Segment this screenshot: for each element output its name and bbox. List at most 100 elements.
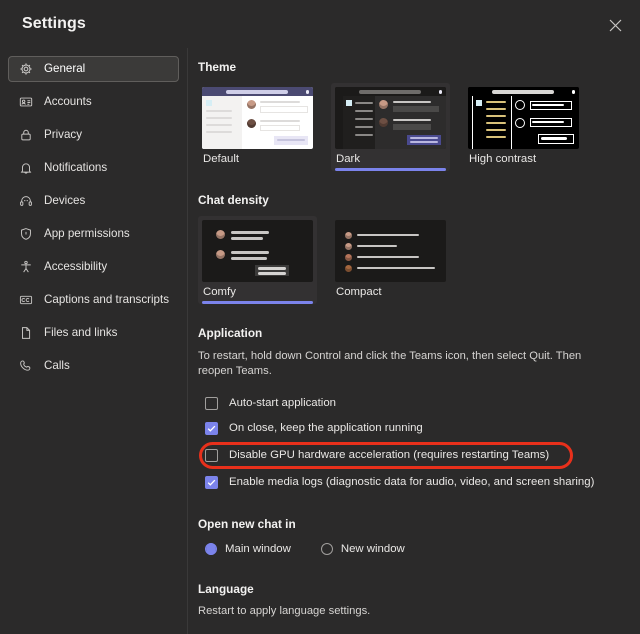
chat-density-thumbnail-compact [335, 220, 446, 282]
theme-option-high-contrast[interactable]: High contrast [464, 83, 583, 171]
close-icon[interactable] [600, 10, 630, 40]
chat-density-option-label: Compact [336, 286, 382, 298]
sidebar-item-label: Captions and transcripts [44, 293, 170, 307]
chat-density-option-underline [202, 301, 313, 304]
sidebar-item-label: Calls [44, 359, 70, 373]
theme-option-underline [202, 168, 313, 171]
application-checkbox-list: Auto-start application On close, keep th… [198, 391, 620, 495]
chat-density-option-underline [335, 301, 446, 304]
accessibility-icon [17, 258, 35, 276]
theme-option-label: Default [203, 153, 240, 165]
radio-option-main-window[interactable]: Main window [205, 542, 291, 555]
checkbox-row-auto-start[interactable]: Auto-start application [205, 391, 620, 416]
chat-density-option-compact[interactable]: Compact [331, 216, 450, 304]
sidebar-item-label: Devices [44, 194, 86, 208]
checkbox-row-keep-running[interactable]: On close, keep the application running [205, 416, 620, 441]
checkbox-label: Auto-start application [229, 397, 337, 410]
theme-option-dark[interactable]: Dark [331, 83, 450, 171]
checkbox-row-disable-gpu[interactable]: Disable GPU hardware acceleration (requi… [199, 441, 620, 470]
sidebar-item-notifications[interactable]: Notifications [8, 155, 179, 181]
headset-icon [17, 192, 35, 210]
checkbox-keep-running[interactable] [205, 421, 218, 435]
open-new-chat-options: Main window New window [205, 538, 620, 560]
checkbox-row-media-logs[interactable]: Enable media logs (diagnostic data for a… [205, 470, 620, 495]
chat-density-thumbnail-comfy [202, 220, 313, 282]
sidebar-item-calls[interactable]: Calls [8, 353, 179, 379]
document-icon [17, 324, 35, 342]
checkbox-label: Disable GPU hardware acceleration (requi… [229, 449, 550, 462]
theme-thumbnail-default [202, 87, 313, 149]
theme-section-title: Theme [198, 60, 237, 74]
settings-body: General Accounts Privacy Notifications D… [0, 48, 640, 634]
radio-dot [206, 542, 216, 555]
radio-label: New window [340, 542, 405, 555]
sidebar-item-devices[interactable]: Devices [8, 188, 179, 214]
theme-option-underline [468, 168, 579, 171]
closed-caption-icon [17, 291, 35, 309]
sidebar-item-accessibility[interactable]: Accessibility [8, 254, 179, 280]
open-new-chat-section-title: Open new chat in [198, 516, 296, 531]
theme-option-default[interactable]: Default [198, 83, 317, 171]
page-title: Settings [22, 15, 86, 32]
chat-density-option-label: Comfy [203, 286, 236, 298]
gear-icon [17, 60, 35, 78]
contact-card-icon [17, 93, 35, 111]
sidebar-item-captions-and-transcripts[interactable]: Captions and transcripts [8, 287, 179, 313]
theme-options: Default Dark High contrast [198, 83, 620, 171]
sidebar-item-label: App permissions [44, 227, 130, 241]
sidebar-item-label: Notifications [44, 161, 108, 175]
theme-thumbnail-dark [335, 87, 446, 149]
sidebar-item-label: Privacy [44, 128, 83, 142]
titlebar: Settings [0, 0, 640, 48]
sidebar-item-general[interactable]: General [8, 56, 179, 82]
sidebar-item-app-permissions[interactable]: App permissions [8, 221, 179, 247]
theme-option-label: High contrast [469, 153, 537, 165]
bell-icon [17, 159, 35, 177]
sidebar-item-label: Accessibility [44, 260, 108, 274]
sidebar-item-label: Files and links [44, 326, 118, 340]
sidebar-item-privacy[interactable]: Privacy [8, 122, 179, 148]
theme-thumbnail-high-contrast [468, 87, 579, 149]
theme-option-underline [335, 168, 446, 171]
settings-content: Theme Default Dark High contrast Chat de… [188, 48, 640, 634]
sidebar-item-label: General [44, 62, 86, 76]
sidebar-item-label: Accounts [44, 95, 92, 109]
checkbox-label: Enable media logs (diagnostic data for a… [229, 476, 595, 489]
settings-window: Settings General Accounts Privacy Notifi… [0, 0, 640, 634]
phone-icon [17, 357, 35, 375]
application-section-description: To restart, hold down Control and click … [198, 350, 582, 378]
radio-label: Main window [225, 542, 291, 555]
chat-density-option-comfy[interactable]: Comfy [198, 216, 317, 304]
sidebar-item-files-and-links[interactable]: Files and links [8, 320, 179, 346]
chat-density-options: Comfy Compact [198, 216, 620, 304]
language-section-description: Restart to apply language settings. [198, 604, 371, 617]
radio-option-new-window[interactable]: New window [320, 542, 405, 555]
sidebar-item-accounts[interactable]: Accounts [8, 89, 179, 115]
lock-icon [17, 126, 35, 144]
chat-density-section-title: Chat density [198, 193, 269, 207]
radio-new-window[interactable] [320, 542, 333, 555]
application-section-title: Application [198, 326, 263, 340]
language-section-title: Language [198, 581, 254, 596]
radio-main-window[interactable] [205, 542, 217, 555]
checkbox-auto-start[interactable] [205, 396, 218, 410]
checkbox-media-logs[interactable] [205, 475, 218, 489]
shield-icon [17, 225, 35, 243]
settings-sidebar: General Accounts Privacy Notifications D… [0, 48, 188, 634]
theme-option-label: Dark [336, 153, 361, 165]
checkbox-label: On close, keep the application running [229, 422, 423, 435]
checkbox-disable-gpu[interactable] [205, 448, 218, 462]
